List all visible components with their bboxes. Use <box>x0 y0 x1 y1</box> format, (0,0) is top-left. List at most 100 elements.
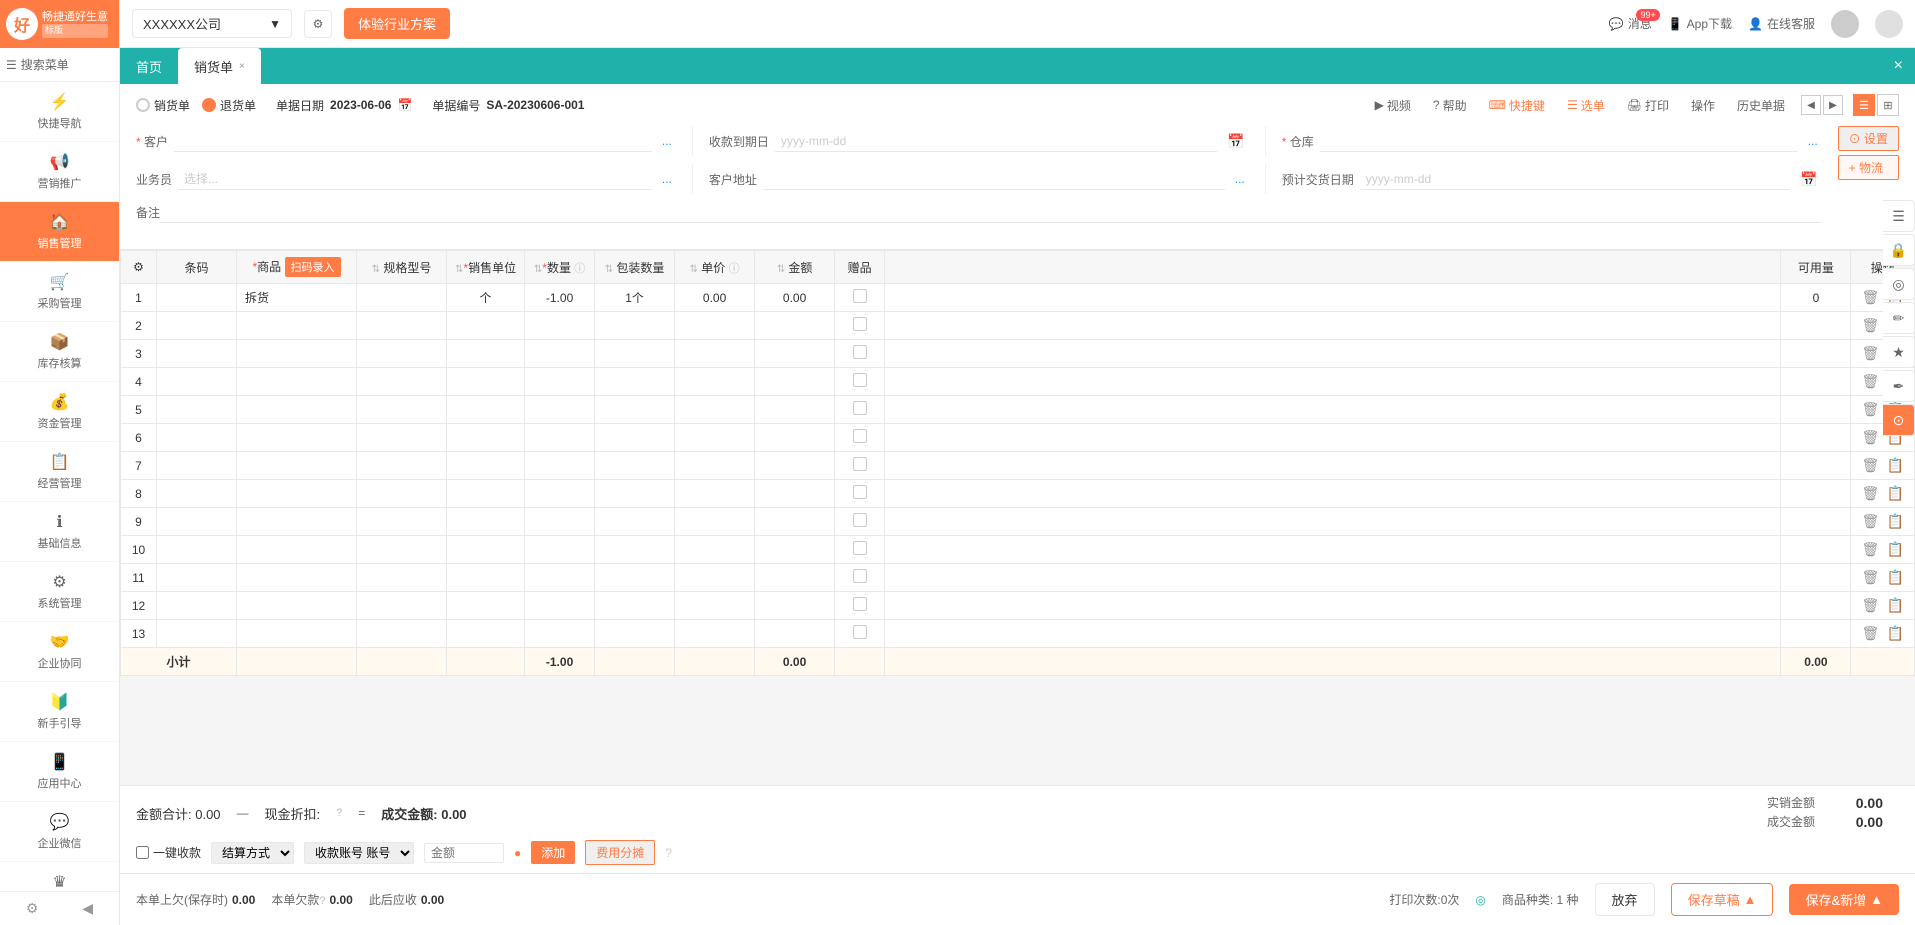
row-qty-8[interactable] <box>525 480 595 508</box>
row-barcode-1[interactable] <box>157 284 237 312</box>
row-price-3[interactable] <box>675 340 755 368</box>
sidebar-collapse-btn[interactable]: ◀ <box>82 900 93 917</box>
gift-checkbox-13[interactable] <box>853 625 867 639</box>
row-amount-5[interactable] <box>755 396 835 424</box>
row-spec-12[interactable] <box>357 592 447 620</box>
row-unit-8[interactable] <box>447 480 525 508</box>
row-goods-2[interactable] <box>237 312 357 340</box>
row-gift-6[interactable] <box>835 424 885 452</box>
date-value[interactable]: 2023-06-06 <box>330 98 391 112</box>
row-barcode-3[interactable] <box>157 340 237 368</box>
save-new-btn[interactable]: 保存&新增 ▲ <box>1789 884 1899 915</box>
row-pkgqty-4[interactable] <box>595 368 675 396</box>
row-gift-13[interactable] <box>835 620 885 648</box>
copy-icon-9[interactable]: 📋 <box>1887 513 1904 529</box>
settings-button[interactable]: ⊙ 设置 <box>1838 126 1899 151</box>
trial-button[interactable]: 体验行业方案 <box>344 8 450 39</box>
row-barcode-5[interactable] <box>157 396 237 424</box>
delete-icon-4[interactable]: 🗑 <box>1861 373 1879 389</box>
sidebar-item-system[interactable]: ⚙系统管理 <box>0 562 119 622</box>
note-input[interactable] <box>160 202 1822 223</box>
row-spec-8[interactable] <box>357 480 447 508</box>
row-amount-8[interactable] <box>755 480 835 508</box>
gift-checkbox-3[interactable] <box>853 345 867 359</box>
delete-icon-12[interactable]: 🗑 <box>1861 597 1879 613</box>
online-service-btn[interactable]: 👤 在线客服 <box>1748 15 1815 32</box>
float-btn-6[interactable]: ✒ <box>1883 370 1915 402</box>
float-btn-1[interactable]: ☰ <box>1883 200 1915 232</box>
history-btn[interactable]: 历史单据 <box>1731 95 1791 116</box>
discard-btn[interactable]: 放弃 <box>1595 883 1655 916</box>
row-qty-13[interactable] <box>525 620 595 648</box>
sidebar-item-inventory[interactable]: 📦库存核算 <box>0 322 119 382</box>
row-barcode-6[interactable] <box>157 424 237 452</box>
float-btn-4[interactable]: ✏ <box>1883 302 1915 334</box>
row-spec-3[interactable] <box>357 340 447 368</box>
gift-checkbox-1[interactable] <box>853 289 867 303</box>
row-goods-11[interactable] <box>237 564 357 592</box>
copy-icon-13[interactable]: 📋 <box>1887 625 1904 641</box>
row-pkgqty-13[interactable] <box>595 620 675 648</box>
account-select[interactable]: 收款账号 账号 <box>304 842 414 864</box>
row-price-2[interactable] <box>675 312 755 340</box>
tab-close-icon[interactable]: × <box>239 61 245 72</box>
warehouse-dots[interactable]: ... <box>1804 134 1822 148</box>
row-goods-5[interactable] <box>237 396 357 424</box>
float-btn-7[interactable]: ⊙ <box>1883 404 1915 436</box>
sidebar-settings-btn[interactable]: ⚙ <box>26 900 39 917</box>
sidebar-search[interactable]: ☰ 搜索菜单 <box>0 48 119 82</box>
gift-checkbox-8[interactable] <box>853 485 867 499</box>
row-price-6[interactable] <box>675 424 755 452</box>
row-barcode-11[interactable] <box>157 564 237 592</box>
row-pkgqty-7[interactable] <box>595 452 675 480</box>
sidebar-item-collab[interactable]: 🤝企业协同 <box>0 622 119 682</box>
delete-icon-7[interactable]: 🗑 <box>1861 457 1879 473</box>
row-gift-5[interactable] <box>835 396 885 424</box>
grid-view-btn[interactable]: ⊞ <box>1877 94 1899 116</box>
tabbar-close-btn[interactable]: × <box>1894 57 1915 75</box>
customer-addr-input[interactable] <box>763 169 1225 190</box>
tab-sales-order[interactable]: 销货单 × <box>178 48 261 84</box>
row-qty-2[interactable] <box>525 312 595 340</box>
float-btn-3[interactable]: ◎ <box>1883 268 1915 300</box>
operate-btn[interactable]: 操作 <box>1685 95 1721 116</box>
select-order-btn[interactable]: ☰ 选单 <box>1561 95 1611 116</box>
row-barcode-4[interactable] <box>157 368 237 396</box>
number-value[interactable]: SA-20230606-001 <box>486 98 584 112</box>
gift-checkbox-9[interactable] <box>853 513 867 527</box>
fee-split-btn[interactable]: 费用分摊 <box>585 840 655 865</box>
delete-icon-11[interactable]: 🗑 <box>1861 569 1879 585</box>
video-btn[interactable]: ▶ 视频 <box>1369 95 1417 116</box>
row-goods-3[interactable] <box>237 340 357 368</box>
row-unit-9[interactable] <box>447 508 525 536</box>
row-pkgqty-12[interactable] <box>595 592 675 620</box>
row-price-7[interactable] <box>675 452 755 480</box>
row-price-8[interactable] <box>675 480 755 508</box>
row-goods-8[interactable] <box>237 480 357 508</box>
th-settings[interactable]: ⚙ <box>121 251 157 284</box>
delete-icon-10[interactable]: 🗑 <box>1861 541 1879 557</box>
row-unit-5[interactable] <box>447 396 525 424</box>
row-gift-11[interactable] <box>835 564 885 592</box>
row-barcode-9[interactable] <box>157 508 237 536</box>
row-pkgqty-6[interactable] <box>595 424 675 452</box>
row-spec-1[interactable] <box>357 284 447 312</box>
row-unit-12[interactable] <box>447 592 525 620</box>
row-goods-13[interactable] <box>237 620 357 648</box>
row-goods-1[interactable]: 拆货 <box>237 284 357 312</box>
delete-icon-8[interactable]: 🗑 <box>1861 485 1879 501</box>
sidebar-item-wechat[interactable]: 💬企业微信 <box>0 802 119 862</box>
row-spec-10[interactable] <box>357 536 447 564</box>
row-amount-12[interactable] <box>755 592 835 620</box>
row-pkgqty-10[interactable] <box>595 536 675 564</box>
receive-date-input[interactable] <box>775 131 1217 152</box>
copy-icon-12[interactable]: 📋 <box>1887 597 1904 613</box>
row-gift-2[interactable] <box>835 312 885 340</box>
row-unit-10[interactable] <box>447 536 525 564</box>
row-unit-1[interactable]: 个 <box>447 284 525 312</box>
row-pkgqty-9[interactable] <box>595 508 675 536</box>
gift-checkbox-6[interactable] <box>853 429 867 443</box>
gift-checkbox-10[interactable] <box>853 541 867 555</box>
app-download-btn[interactable]: 📱 App下载 <box>1668 15 1732 32</box>
salesperson-input[interactable] <box>178 169 652 190</box>
